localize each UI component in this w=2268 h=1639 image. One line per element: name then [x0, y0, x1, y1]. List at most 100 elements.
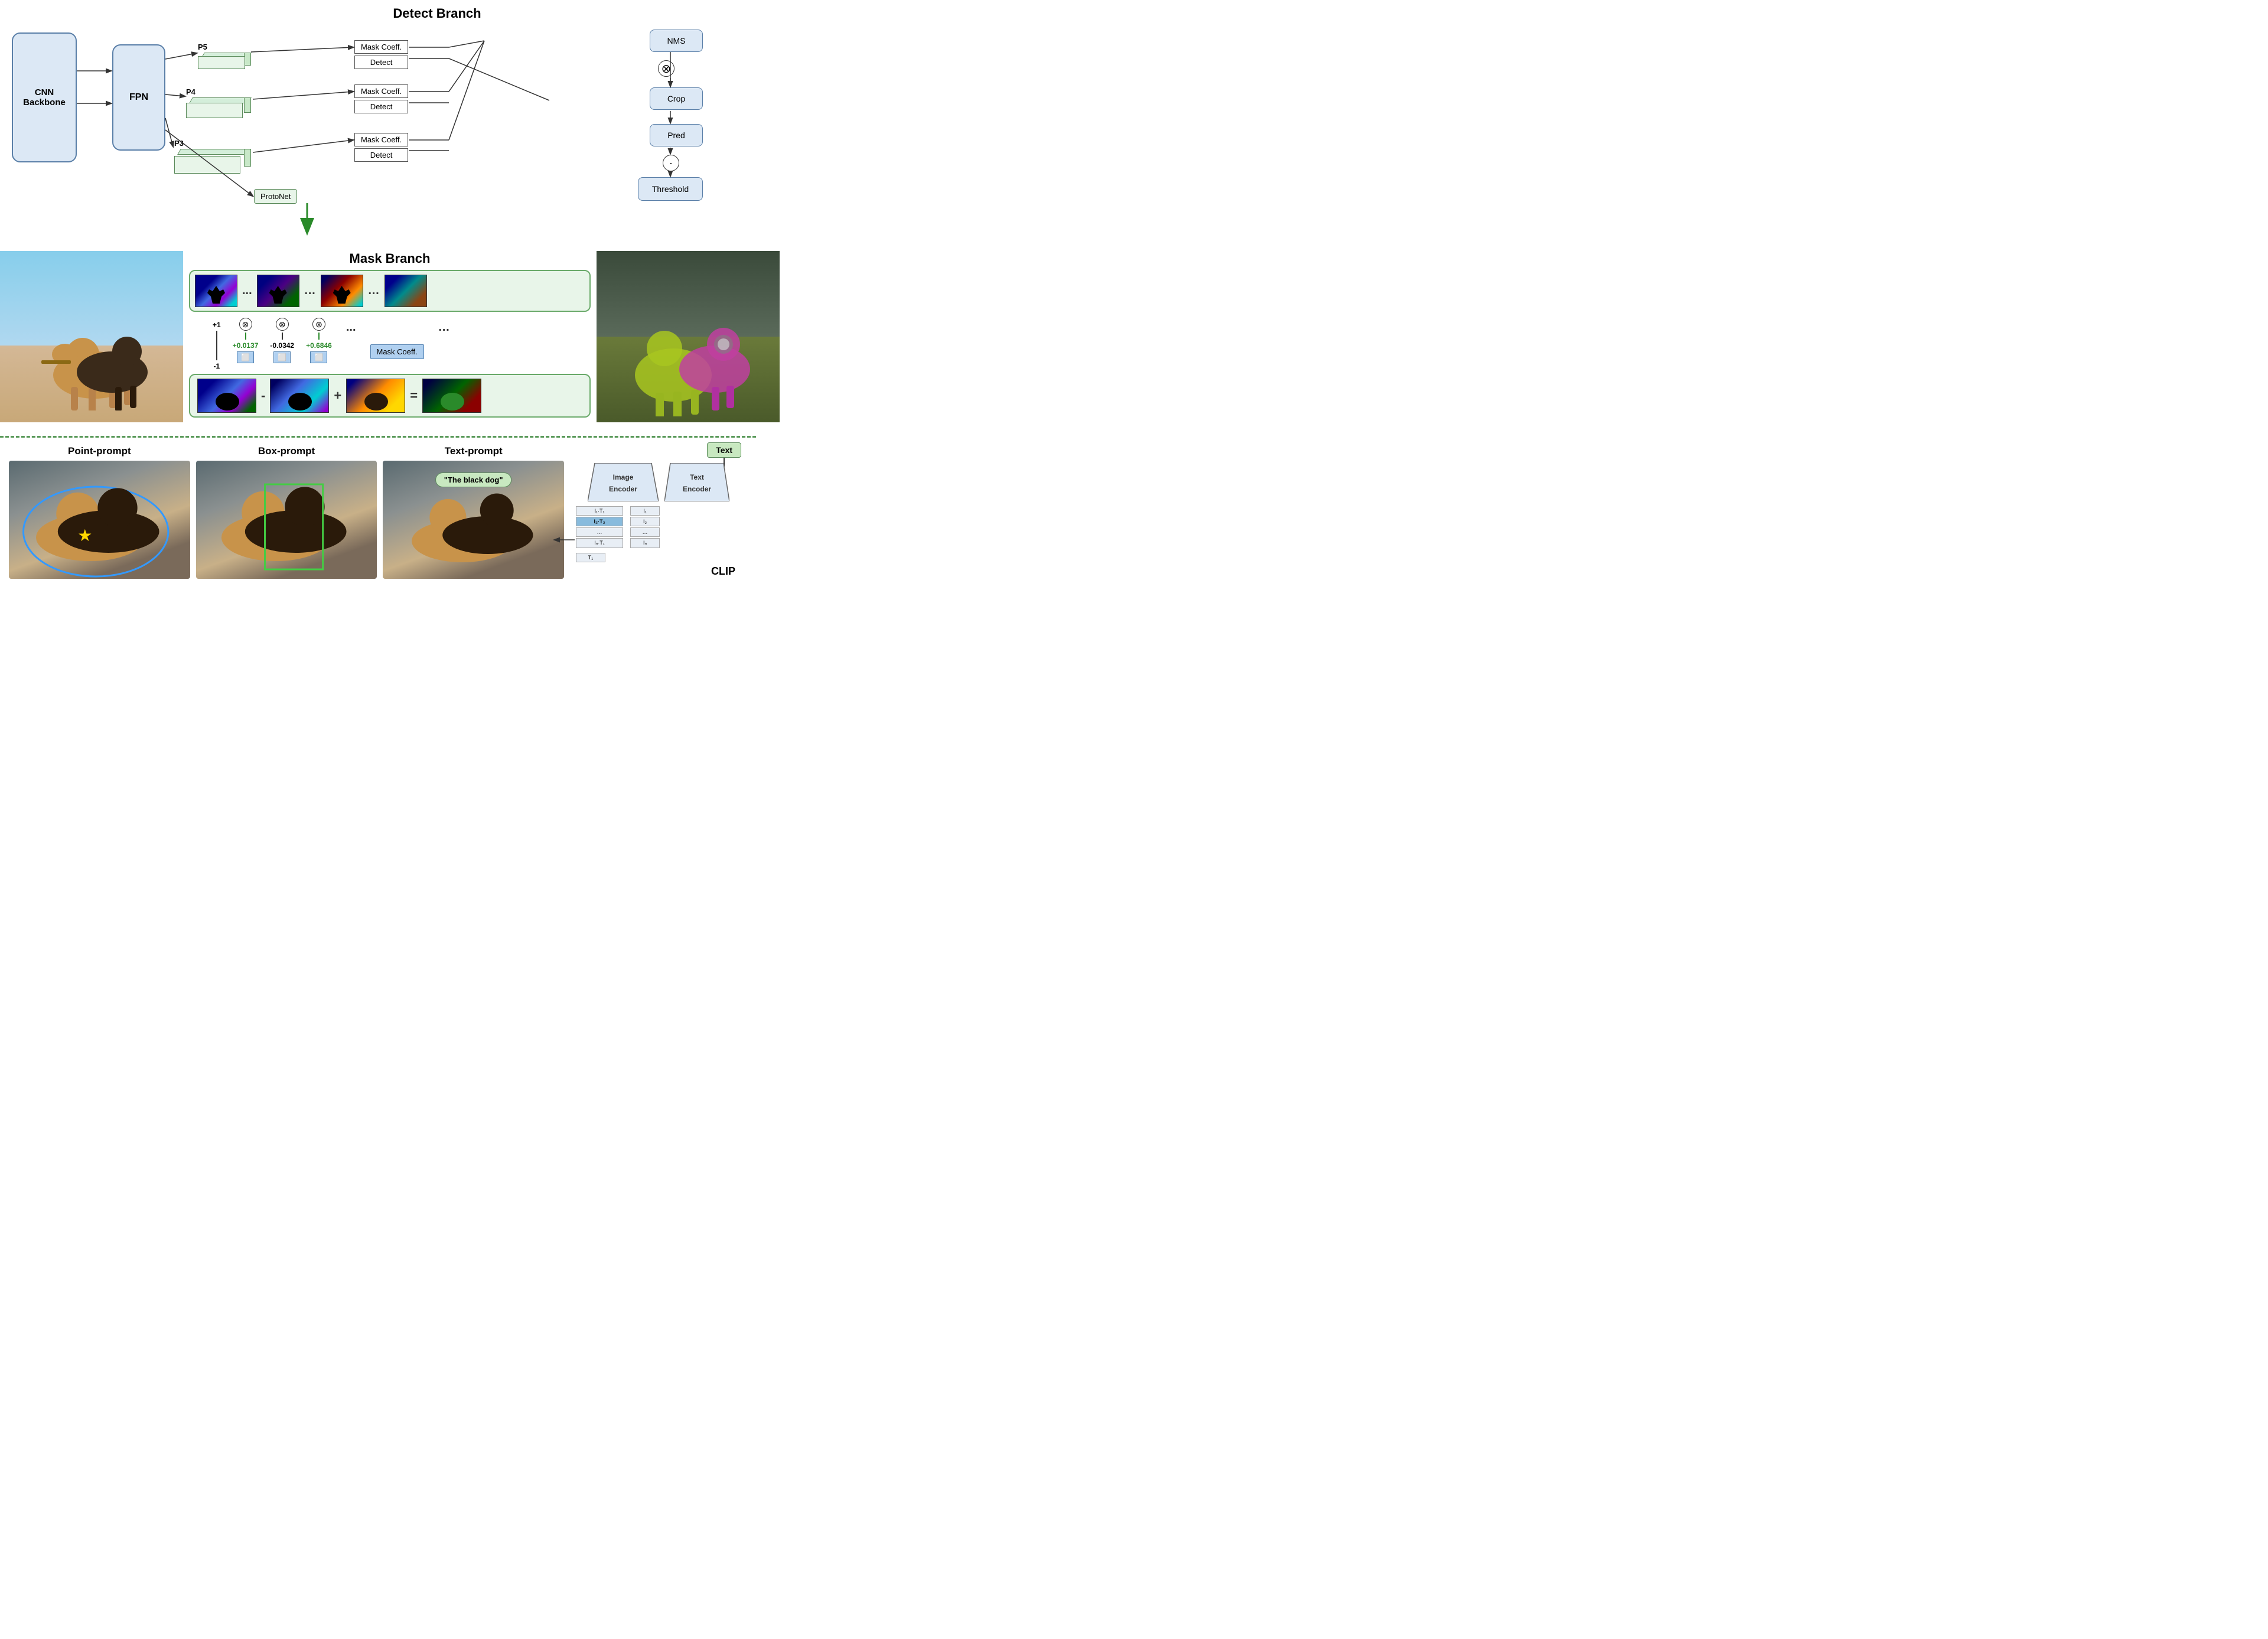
- point-prompt-title: Point-prompt: [68, 445, 131, 457]
- t1-box: T₁: [576, 553, 605, 562]
- point-prompt-svg: ★: [9, 461, 190, 579]
- coeff-item-1: ⊗ +0.0137 ⬜: [233, 318, 259, 363]
- formula-thumb-2: [270, 379, 329, 413]
- otimes-2: ⊗: [276, 318, 289, 331]
- box-prompt-svg: [196, 461, 377, 579]
- fpn-label: FPN: [129, 92, 148, 103]
- p4-layer: P4: [186, 87, 251, 118]
- minus-op: -: [261, 388, 265, 403]
- grid-i1: I₁: [630, 506, 660, 516]
- crop-label: Crop: [667, 94, 685, 103]
- detect-p4: Detect: [354, 100, 408, 113]
- dots-2: …: [302, 284, 318, 298]
- plus-one-label: +1: [213, 321, 221, 329]
- protonet-label: ProtoNet: [260, 192, 291, 201]
- clip-diagram: Text Image Encoder Text Encoder: [570, 445, 747, 578]
- p4-outputs: Mask Coeff. Detect: [354, 84, 408, 113]
- fpn-box: FPN: [112, 44, 165, 151]
- svg-text:★: ★: [77, 526, 92, 545]
- p3-layer: P3: [174, 139, 251, 174]
- bottom-section: Point-prompt ★ Box-prompt: [0, 442, 756, 582]
- text-label: Text: [707, 442, 741, 458]
- proto-thumb-2: [257, 275, 299, 307]
- dots-1: ...: [240, 284, 255, 298]
- proto-thumb-1: [195, 275, 237, 307]
- coeff-box-3: ⬜: [310, 351, 327, 363]
- grid-in: Iₙ: [630, 538, 660, 548]
- svg-text:Text: Text: [690, 473, 704, 481]
- formula-row: - + =: [189, 374, 591, 418]
- cnn-label: CNNBackbone: [23, 87, 66, 107]
- grid-intn: Iₙ·T₁: [576, 538, 623, 548]
- otimes-1: ⊗: [239, 318, 252, 331]
- mask-coeff-p5: Mask Coeff.: [354, 40, 408, 54]
- detect-branch-title: Detect Branch: [130, 6, 744, 21]
- svg-text:Image: Image: [613, 473, 634, 481]
- coeff-val-3: +0.6846: [306, 341, 332, 350]
- clip-label: CLIP: [570, 565, 747, 578]
- segmented-dogs: [614, 298, 762, 416]
- coeff-box-1: ⬜: [237, 351, 254, 363]
- formula-thumb-1: [197, 379, 256, 413]
- dashed-divider: [0, 436, 756, 438]
- mask-branch-section: Mask Branch ... … … +1 -1: [0, 248, 756, 431]
- coeff-item-3: ⊗ +0.6846 ⬜: [306, 318, 332, 363]
- point-prompt-block: Point-prompt ★: [9, 445, 190, 579]
- threshold-label: Threshold: [652, 184, 689, 194]
- t1-section: T₁: [570, 553, 747, 562]
- mask-coeff-p3: Mask Coeff.: [354, 133, 408, 146]
- axis-labels: +1 -1: [213, 321, 221, 370]
- clip-arrow: [552, 531, 576, 549]
- crop-box: Crop: [650, 87, 703, 110]
- coeff-val-1: +0.0137: [233, 341, 259, 350]
- svg-text:Encoder: Encoder: [609, 485, 637, 493]
- grid-i1t1: I₁·T₁: [576, 506, 623, 516]
- coeff-dots2: …: [436, 321, 452, 334]
- mask-coeff-p4: Mask Coeff.: [354, 84, 408, 98]
- dots-3: …: [366, 284, 382, 298]
- grid-i2: I₂: [630, 517, 660, 526]
- protonet-box: ProtoNet: [254, 189, 297, 204]
- formula-thumb-3: [346, 379, 405, 413]
- grid-i-dots: …: [630, 527, 660, 537]
- coeff-box-2: ⬜: [273, 351, 291, 363]
- plus-op: +: [334, 388, 341, 403]
- mask-branch-title: Mask Branch: [189, 251, 591, 266]
- it-grid: I₁·T₁ I₂·T₂ … Iₙ·T₁: [576, 506, 623, 548]
- coeff-section: +1 -1 ⊗ +0.0137 ⬜ ⊗ -0.0342 ⬜ ⊗ +0.6846: [189, 318, 591, 370]
- equals-op: =: [410, 388, 418, 403]
- minus-one-label: -1: [214, 362, 220, 370]
- coeff-val-2: -0.0342: [270, 341, 294, 350]
- point-prompt-image: ★: [9, 461, 190, 579]
- dog-photo-left: [0, 251, 183, 422]
- prototype-row: ... … …: [189, 270, 591, 312]
- text-prompt-image: "The black dog": [383, 461, 564, 579]
- proto-thumb-4: [384, 275, 427, 307]
- detect-branch-section: Detect Branch CNNBackbone FPN P5 P4 P3: [0, 0, 756, 248]
- box-prompt-title: Box-prompt: [258, 445, 315, 457]
- dot-symbol: ·: [663, 155, 679, 171]
- box-prompt-block: Box-prompt: [196, 445, 377, 579]
- dog-photo-right: [597, 251, 780, 422]
- mask-diagram: Mask Branch ... … … +1 -1: [183, 251, 597, 418]
- i-grid: I₁ I₂ … Iₙ: [630, 506, 660, 548]
- proto-thumb-3: [321, 275, 363, 307]
- nms-box: NMS: [650, 30, 703, 52]
- box-prompt-image: [196, 461, 377, 579]
- p4-label: P4: [186, 87, 251, 96]
- svg-text:Encoder: Encoder: [683, 485, 711, 493]
- dog-illustration-left: [24, 304, 159, 410]
- pred-label: Pred: [667, 131, 685, 140]
- pred-box: Pred: [650, 124, 703, 146]
- cnn-backbone-box: CNNBackbone: [12, 32, 77, 162]
- clip-outputs: I₁·T₁ I₂·T₂ … Iₙ·T₁ I₁ I₂ … Iₙ: [570, 506, 747, 548]
- otimes-3: ⊗: [312, 318, 325, 331]
- formula-thumb-4: [422, 379, 481, 413]
- p5-outputs: Mask Coeff. Detect: [354, 40, 408, 69]
- p5-label: P5: [198, 43, 251, 51]
- text-prompt-title: Text-prompt: [445, 445, 503, 457]
- coeff-dots: ...: [344, 321, 359, 334]
- grid-i2t2: I₂·T₂: [576, 517, 623, 526]
- grid-dots: …: [576, 527, 623, 537]
- text-prompt-block: Text-prompt "The black dog": [383, 445, 564, 579]
